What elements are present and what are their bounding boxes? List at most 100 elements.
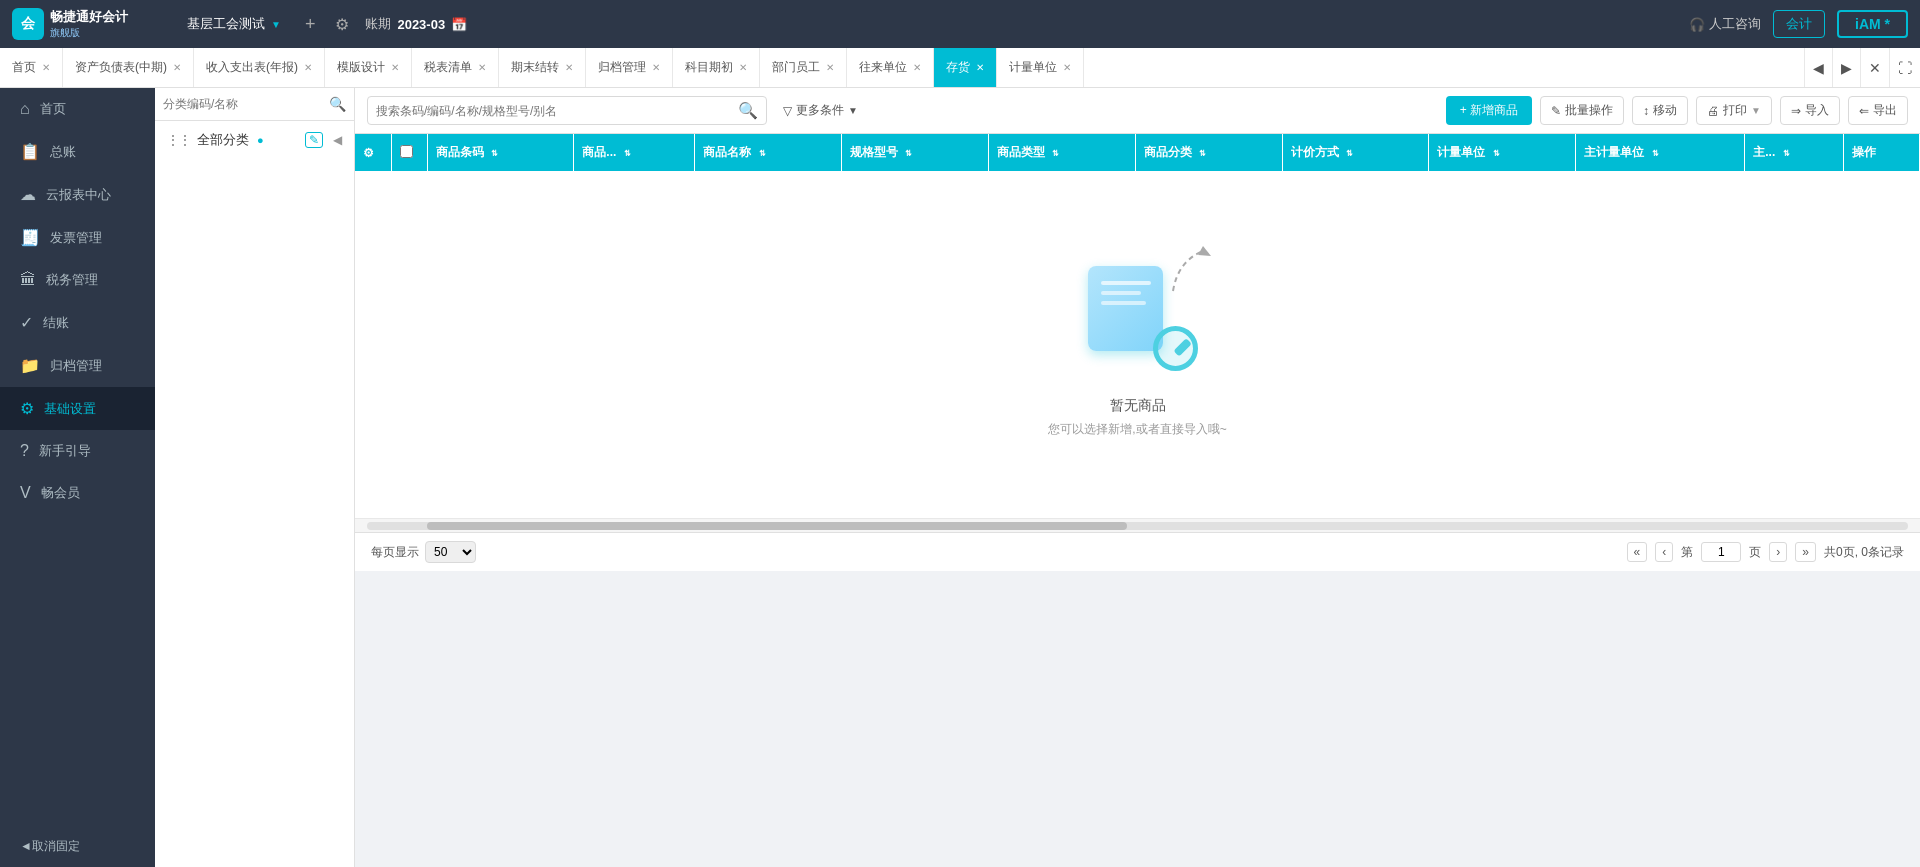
tab-close-dept[interactable]: ✕ (826, 62, 834, 73)
tab-close-unit[interactable]: ✕ (1063, 62, 1071, 73)
toolbar: 🔍 ▽ 更多条件 ▼ + 新增商品 ✎ 批量操作 ↕ 移动 (355, 88, 1920, 134)
toolbar-right: + 新增商品 ✎ 批量操作 ↕ 移动 🖨 打印 ▼ (1446, 96, 1908, 125)
print-button[interactable]: 🖨 打印 ▼ (1696, 96, 1772, 125)
batch-operation-button[interactable]: ✎ 批量操作 (1540, 96, 1624, 125)
sidebar-item-guide[interactable]: ? 新手引导 (0, 430, 155, 472)
category-collapse-icon[interactable]: ◀ (333, 133, 342, 147)
tab-income[interactable]: 收入支出表(年报) ✕ (194, 48, 325, 87)
category-search-icon[interactable]: 🔍 (329, 96, 346, 112)
company-selector[interactable]: 基层工会测试 ▼ (179, 11, 289, 37)
sort-main-unit-icon: ⇅ (1652, 149, 1659, 158)
col-pricing[interactable]: 计价方式 ⇅ (1282, 134, 1429, 171)
col-type[interactable]: 商品类型 ⇅ (988, 134, 1135, 171)
tab-contacts[interactable]: 往来单位 ✕ (847, 48, 934, 87)
tab-close-inventory[interactable]: ✕ (976, 62, 984, 73)
tab-inventory[interactable]: 存货 ✕ (934, 48, 997, 87)
all-categories-item[interactable]: ⋮⋮ 全部分类 ● ✎ ◀ (155, 121, 354, 159)
sidebar-item-home[interactable]: ⌂ 首页 (0, 88, 155, 130)
sort-spec-icon: ⇅ (905, 149, 912, 158)
tab-scroll-left[interactable]: ◀ (1804, 48, 1832, 88)
tab-close-subject[interactable]: ✕ (739, 62, 747, 73)
table-settings-col[interactable]: ⚙ (355, 134, 391, 171)
col-code[interactable]: 商品... ⇅ (574, 134, 695, 171)
horizontal-scrollbar[interactable] (355, 518, 1920, 532)
product-table: ⚙ 商品条码 ⇅ 商品... (355, 134, 1920, 171)
col-barcode[interactable]: 商品条码 ⇅ (427, 134, 574, 171)
last-page-button[interactable]: » (1795, 542, 1816, 562)
add-product-button[interactable]: + 新增商品 (1446, 96, 1532, 125)
tab-unit[interactable]: 计量单位 ✕ (997, 48, 1084, 87)
sidebar-item-tax[interactable]: 🏛 税务管理 (0, 259, 155, 301)
tab-close-template[interactable]: ✕ (391, 62, 399, 73)
tab-close-tax[interactable]: ✕ (478, 62, 486, 73)
prev-page-button[interactable]: ‹ (1655, 542, 1673, 562)
col-category[interactable]: 商品分类 ⇅ (1135, 134, 1282, 171)
product-search-input[interactable] (376, 104, 732, 118)
col-main-abbr[interactable]: 主... ⇅ (1745, 134, 1844, 171)
select-all-checkbox[interactable] (400, 145, 413, 158)
company-name: 基层工会测试 (187, 15, 265, 33)
import-button[interactable]: ⇒ 导入 (1780, 96, 1840, 125)
tab-navigation: ◀ ▶ ✕ ⛶ (1804, 48, 1920, 88)
customer-service-button[interactable]: 🎧 人工咨询 (1689, 15, 1761, 33)
tab-period[interactable]: 期末结转 ✕ (499, 48, 586, 87)
tab-close-contacts[interactable]: ✕ (913, 62, 921, 73)
tab-archive[interactable]: 归档管理 ✕ (586, 48, 673, 87)
tab-fullscreen[interactable]: ⛶ (1889, 48, 1920, 88)
sort-main-abbr-icon: ⇅ (1783, 149, 1790, 158)
more-conditions-arrow: ▼ (848, 105, 858, 116)
tab-close-period[interactable]: ✕ (565, 62, 573, 73)
unpin-button[interactable]: ◄取消固定 (0, 826, 155, 867)
tab-template[interactable]: 模版设计 ✕ (325, 48, 412, 87)
sidebar-item-invoice[interactable]: 🧾 发票管理 (0, 216, 155, 259)
tab-close-balance[interactable]: ✕ (173, 62, 181, 73)
page-size-select[interactable]: 50 100 200 (425, 541, 476, 563)
tab-subject[interactable]: 科目期初 ✕ (673, 48, 760, 87)
sidebar-item-ledger[interactable]: 📋 总账 (0, 130, 155, 173)
table-check-col[interactable] (391, 134, 427, 171)
tab-home[interactable]: 首页 ✕ (0, 48, 63, 87)
cloud-icon: ☁ (20, 185, 36, 204)
sidebar-item-archive[interactable]: 📁 归档管理 (0, 344, 155, 387)
move-button[interactable]: ↕ 移动 (1632, 96, 1688, 125)
scroll-track (367, 522, 1908, 530)
tab-tax[interactable]: 税表清单 ✕ (412, 48, 499, 87)
tab-scroll-right[interactable]: ▶ (1832, 48, 1860, 88)
category-search-input[interactable] (163, 97, 325, 111)
tab-close-archive[interactable]: ✕ (652, 62, 660, 73)
col-name[interactable]: 商品名称 ⇅ (695, 134, 842, 171)
grid-icon: ⋮⋮ (167, 133, 191, 147)
tab-close-all[interactable]: ✕ (1860, 48, 1889, 88)
sidebar-item-settings[interactable]: ⚙ 基础设置 (0, 387, 155, 430)
add-tab-button[interactable]: + (301, 10, 320, 39)
logo-icon: 会 (12, 8, 44, 40)
product-search-icon[interactable]: 🔍 (738, 101, 758, 120)
account-button[interactable]: 会计 (1773, 10, 1825, 38)
first-page-button[interactable]: « (1627, 542, 1648, 562)
table-footer: 每页显示 50 100 200 « ‹ 第 页 › (355, 532, 1920, 571)
col-spec[interactable]: 规格型号 ⇅ (842, 134, 989, 171)
col-main-unit[interactable]: 主计量单位 ⇅ (1576, 134, 1745, 171)
page-number-input[interactable] (1701, 542, 1741, 562)
sidebar-item-report[interactable]: ☁ 云报表中心 (0, 173, 155, 216)
next-page-button[interactable]: › (1769, 542, 1787, 562)
table-container[interactable]: ⚙ 商品条码 ⇅ 商品... (355, 134, 1920, 518)
sidebar-item-close[interactable]: ✓ 结账 (0, 301, 155, 344)
empty-state: 暂无商品 您可以选择新增,或者直接导入哦~ (355, 171, 1920, 518)
table-area: ⚙ 商品条码 ⇅ 商品... (355, 134, 1920, 867)
more-conditions-button[interactable]: ▽ 更多条件 ▼ (775, 98, 866, 123)
settings-icon[interactable]: ⚙ (331, 11, 353, 38)
tab-balance[interactable]: 资产负债表(中期) ✕ (63, 48, 194, 87)
tab-close-home[interactable]: ✕ (42, 62, 50, 73)
scroll-thumb[interactable] (427, 522, 1127, 530)
invoice-icon: 🧾 (20, 228, 40, 247)
tab-close-income[interactable]: ✕ (304, 62, 312, 73)
col-unit[interactable]: 计量单位 ⇅ (1429, 134, 1576, 171)
sort-barcode-icon: ⇅ (491, 149, 498, 158)
tab-dept[interactable]: 部门员工 ✕ (760, 48, 847, 87)
sort-pricing-icon: ⇅ (1346, 149, 1353, 158)
sidebar-item-member[interactable]: V 畅会员 (0, 472, 155, 514)
iam-button[interactable]: iAM * (1837, 10, 1908, 38)
export-button[interactable]: ⇐ 导出 (1848, 96, 1908, 125)
category-edit-icon[interactable]: ✎ (305, 132, 323, 148)
